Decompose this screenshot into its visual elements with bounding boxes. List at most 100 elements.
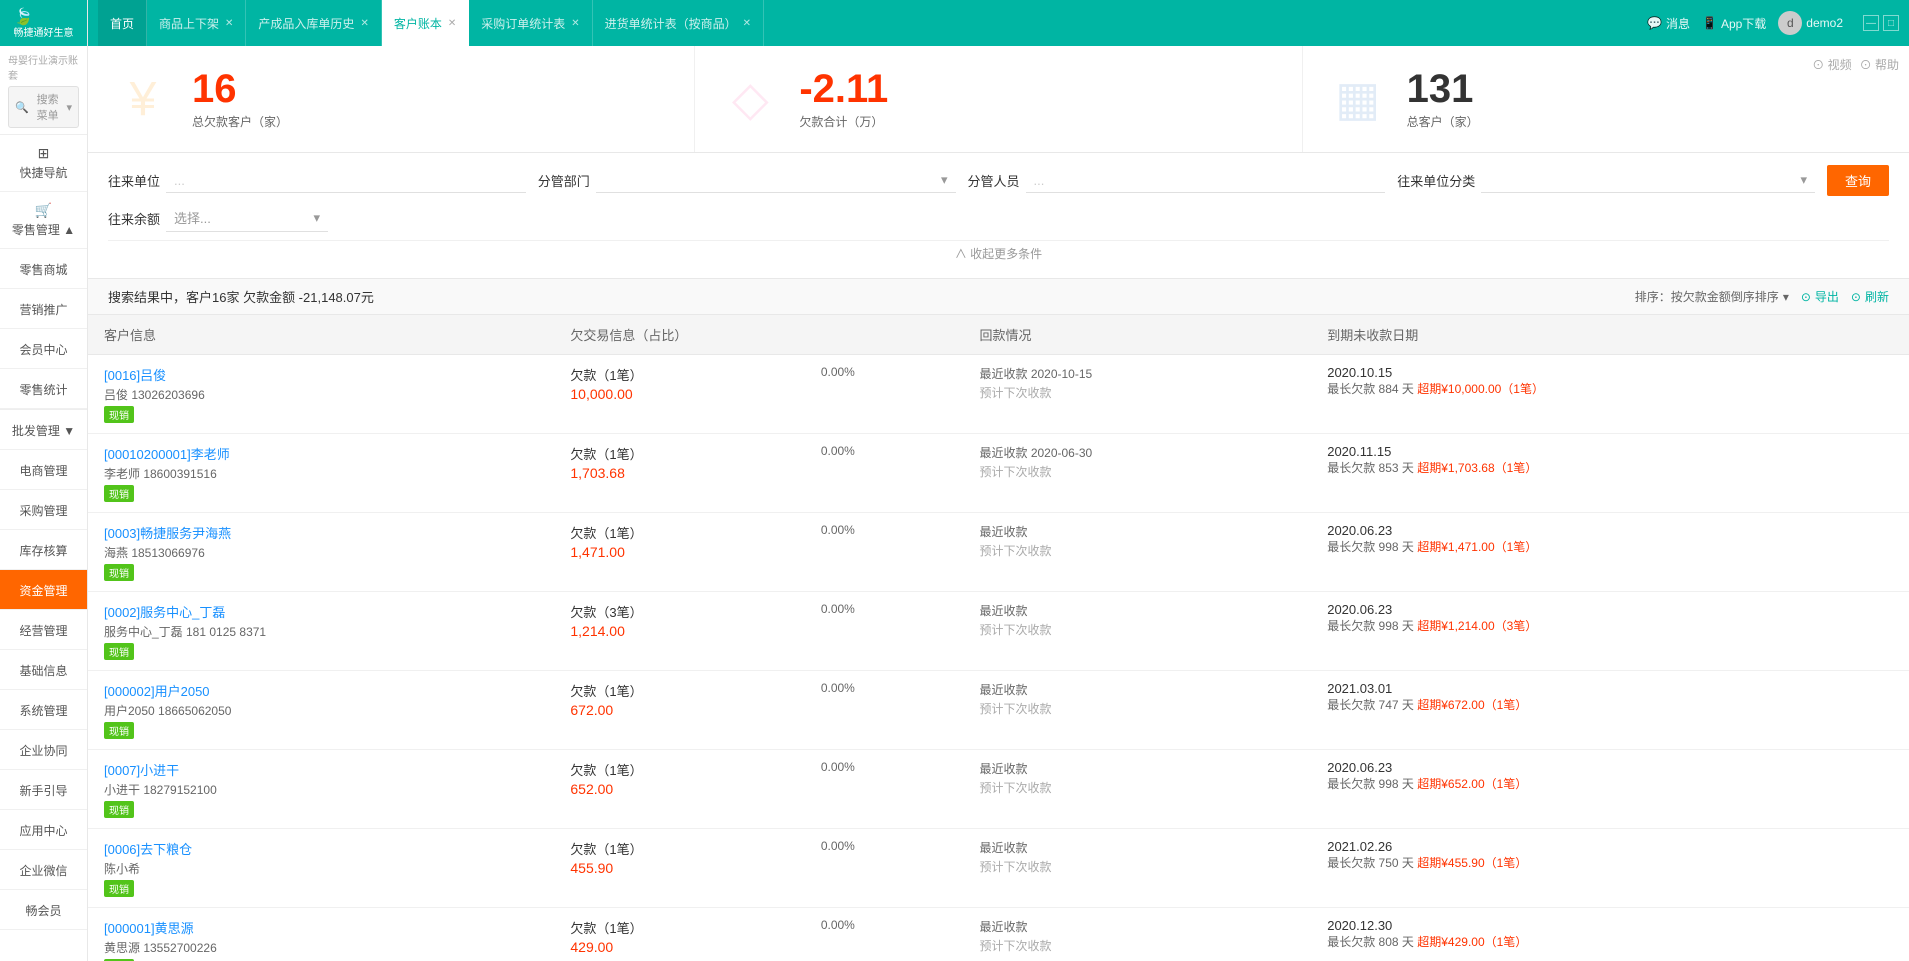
retail-stat-label: 零售统计 xyxy=(6,381,81,398)
tab-import-stats-close[interactable]: ✕ xyxy=(743,18,751,29)
customer-name-link[interactable]: [0002]服务中心_丁磊 xyxy=(104,605,225,620)
debt-info-cell: 欠款（1笔） 455.90 xyxy=(554,829,804,908)
user-action[interactable]: d demo2 xyxy=(1778,11,1843,35)
sidebar-item-ecom[interactable]: 电商管理 xyxy=(0,450,87,490)
sidebar-item-enterprise-coop[interactable]: 企业协同 xyxy=(0,730,87,770)
tab-product-history-close[interactable]: ✕ xyxy=(360,18,368,29)
sidebar-item-business[interactable]: 经营管理 xyxy=(0,610,87,650)
due-date: 2020.10.15 xyxy=(1327,365,1893,380)
due-date: 2020.12.30 xyxy=(1327,918,1893,933)
maximize-button[interactable]: □ xyxy=(1883,15,1899,31)
sidebar-item-sys[interactable]: 系统管理 xyxy=(0,690,87,730)
message-label: 消息 xyxy=(1666,15,1690,32)
sidebar-item-retail-mall[interactable]: 零售商城 xyxy=(0,249,87,289)
customer-phone: 用户2050 18665062050 xyxy=(104,702,538,719)
debt-info-cell: 欠款（1笔） 10,000.00 xyxy=(554,355,804,434)
quick-nav-icon: ⊞ xyxy=(6,145,81,162)
help-action[interactable]: ⊙ 帮助 xyxy=(1860,56,1899,73)
minimize-button[interactable]: — xyxy=(1863,15,1879,31)
filter-row-2: 往来余额 选择... ▾ xyxy=(108,204,1889,232)
sidebar-item-batch-mgmt[interactable]: 批发管理 ▼ xyxy=(0,410,87,450)
chevron-down-dept-icon: ▾ xyxy=(941,172,948,188)
tab-home[interactable]: 首页 xyxy=(98,0,147,46)
filter-partner-unit-input[interactable]: ... xyxy=(166,169,526,193)
total-customers-label: 总客户（家） xyxy=(1407,113,1889,130)
tab-product-history[interactable]: 产成品入库单历史 ✕ xyxy=(246,0,381,46)
overdue-link[interactable]: 超期¥10,000.00（1笔） xyxy=(1417,382,1544,396)
customer-name-link[interactable]: [0006]去下粮仓 xyxy=(104,842,192,857)
customer-name-link[interactable]: [0007]小进干 xyxy=(104,763,179,778)
sidebar-item-enterprise-wechat[interactable]: 企业微信 xyxy=(0,850,87,890)
chevron-down-icon: ▾ xyxy=(66,101,72,114)
export-button[interactable]: ⊙ 导出 xyxy=(1801,288,1839,305)
overdue-link[interactable]: 超期¥1,471.00（1笔） xyxy=(1417,540,1537,554)
overdue-link[interactable]: 超期¥652.00（1笔） xyxy=(1417,777,1527,791)
tab-purchase-order[interactable]: 采购订单统计表 ✕ xyxy=(469,0,592,46)
sidebar-item-enjoy-member[interactable]: 畅会员 xyxy=(0,890,87,930)
debt-percent: 0.00% xyxy=(821,681,948,695)
debt-amount: 429.00 xyxy=(570,939,788,955)
overdue-link[interactable]: 超期¥1,214.00（3笔） xyxy=(1417,619,1537,633)
collection-date: 最近收款 xyxy=(979,681,1295,698)
customer-info-cell: [000002]用户2050 用户2050 18665062050 现销 xyxy=(88,671,554,750)
sidebar-item-retail-stat[interactable]: 零售统计 xyxy=(0,369,87,409)
sidebar-item-capital[interactable]: 资金管理 xyxy=(0,570,87,610)
debt-amount-icon: ◇ xyxy=(715,64,785,134)
sort-button[interactable]: 排序：按欠款金额倒序排序 ▾ xyxy=(1635,288,1789,305)
refresh-button[interactable]: ⊙ 刷新 xyxy=(1851,288,1889,305)
tab-customer-account-close[interactable]: ✕ xyxy=(448,18,456,29)
collection-date: 最近收款 xyxy=(979,839,1295,856)
search-menu-button[interactable]: 🔍 搜索菜单 ▾ xyxy=(8,86,79,128)
overdue-link[interactable]: 超期¥429.00（1笔） xyxy=(1417,935,1527,949)
tab-import-stats[interactable]: 进货单统计表（按商品） ✕ xyxy=(593,0,764,46)
results-bar: 搜索结果中，客户16家 欠款金额 -21,148.07元 排序：按欠款金额倒序排… xyxy=(88,279,1909,315)
customer-name-link[interactable]: [00010200001]李老师 xyxy=(104,447,230,462)
collapse-filter-button[interactable]: ∧ 收起更多条件 xyxy=(108,240,1889,266)
sidebar-item-retail-mgmt[interactable]: 🛒 零售管理 ▲ xyxy=(0,192,87,249)
sidebar-logo: 🍃 畅捷通好生意 xyxy=(0,0,87,46)
debt-amount: 1,703.68 xyxy=(570,465,788,481)
customer-name-link[interactable]: [000002]用户2050 xyxy=(104,684,210,699)
debt-info-cell: 欠款（1笔） 429.00 xyxy=(554,908,804,961)
tab-product-listing-close[interactable]: ✕ xyxy=(225,18,233,29)
video-action[interactable]: ⊙ 视频 xyxy=(1812,56,1851,73)
filter-person-dots: ... xyxy=(1034,173,1045,188)
due-date: 2020.06.23 xyxy=(1327,602,1893,617)
refresh-icon: ⊙ xyxy=(1851,290,1861,304)
customer-name-link[interactable]: [0003]畅捷服务尹海燕 xyxy=(104,526,231,541)
overdue-link[interactable]: 超期¥455.90（1笔） xyxy=(1417,856,1527,870)
tab-purchase-order-close[interactable]: ✕ xyxy=(571,18,579,29)
filter-dept-select[interactable]: ▾ xyxy=(596,168,956,193)
overdue-link[interactable]: 超期¥1,703.68（1笔） xyxy=(1417,461,1537,475)
filter-category-select[interactable]: ▾ xyxy=(1481,168,1815,193)
app-download-action[interactable]: 📱 App下载 xyxy=(1702,15,1766,32)
due-date: 2020.06.23 xyxy=(1327,760,1893,775)
customer-phone: 吕俊 13026203696 xyxy=(104,386,538,403)
debt-percent: 0.00% xyxy=(821,839,948,853)
overdue-link[interactable]: 超期¥672.00（1笔） xyxy=(1417,698,1527,712)
due-date-cell: 2020.10.15 最长欠款 884 天 超期¥10,000.00（1笔） xyxy=(1311,355,1909,434)
filter-balance-select[interactable]: 选择... ▾ xyxy=(166,204,328,232)
filter-person-input[interactable]: ... xyxy=(1026,169,1386,193)
customer-tag: 现销 xyxy=(104,643,134,660)
customer-name-link[interactable]: [0016]吕俊 xyxy=(104,368,166,383)
table-row: [0002]服务中心_丁磊 服务中心_丁磊 181 0125 8371 现销 欠… xyxy=(88,592,1909,671)
tab-product-listing[interactable]: 商品上下架 ✕ xyxy=(147,0,246,46)
sidebar-item-basic-info[interactable]: 基础信息 xyxy=(0,650,87,690)
enterprise-wechat-label: 企业微信 xyxy=(6,862,81,879)
customer-name-link[interactable]: [000001]黄思源 xyxy=(104,921,194,936)
due-date: 2021.02.26 xyxy=(1327,839,1893,854)
sidebar-item-app-center[interactable]: 应用中心 xyxy=(0,810,87,850)
query-button[interactable]: 查询 xyxy=(1827,165,1889,196)
sidebar-item-member[interactable]: 会员中心 xyxy=(0,329,87,369)
sidebar-item-inventory[interactable]: 库存核算 xyxy=(0,530,87,570)
sidebar-item-newbie[interactable]: 新手引导 xyxy=(0,770,87,810)
tab-customer-account[interactable]: 客户账本 ✕ xyxy=(382,0,469,46)
window-buttons: — □ xyxy=(1863,15,1899,31)
customer-info-cell: [0003]畅捷服务尹海燕 海燕 18513066976 现销 xyxy=(88,513,554,592)
message-action[interactable]: 💬 消息 xyxy=(1647,15,1690,32)
sidebar-item-purchase[interactable]: 采购管理 xyxy=(0,490,87,530)
sidebar-item-marketing[interactable]: 营销推广 xyxy=(0,289,87,329)
sidebar-item-quick-nav[interactable]: ⊞ 快捷导航 xyxy=(0,135,87,192)
collection-next: 预计下次收款 xyxy=(979,700,1295,717)
